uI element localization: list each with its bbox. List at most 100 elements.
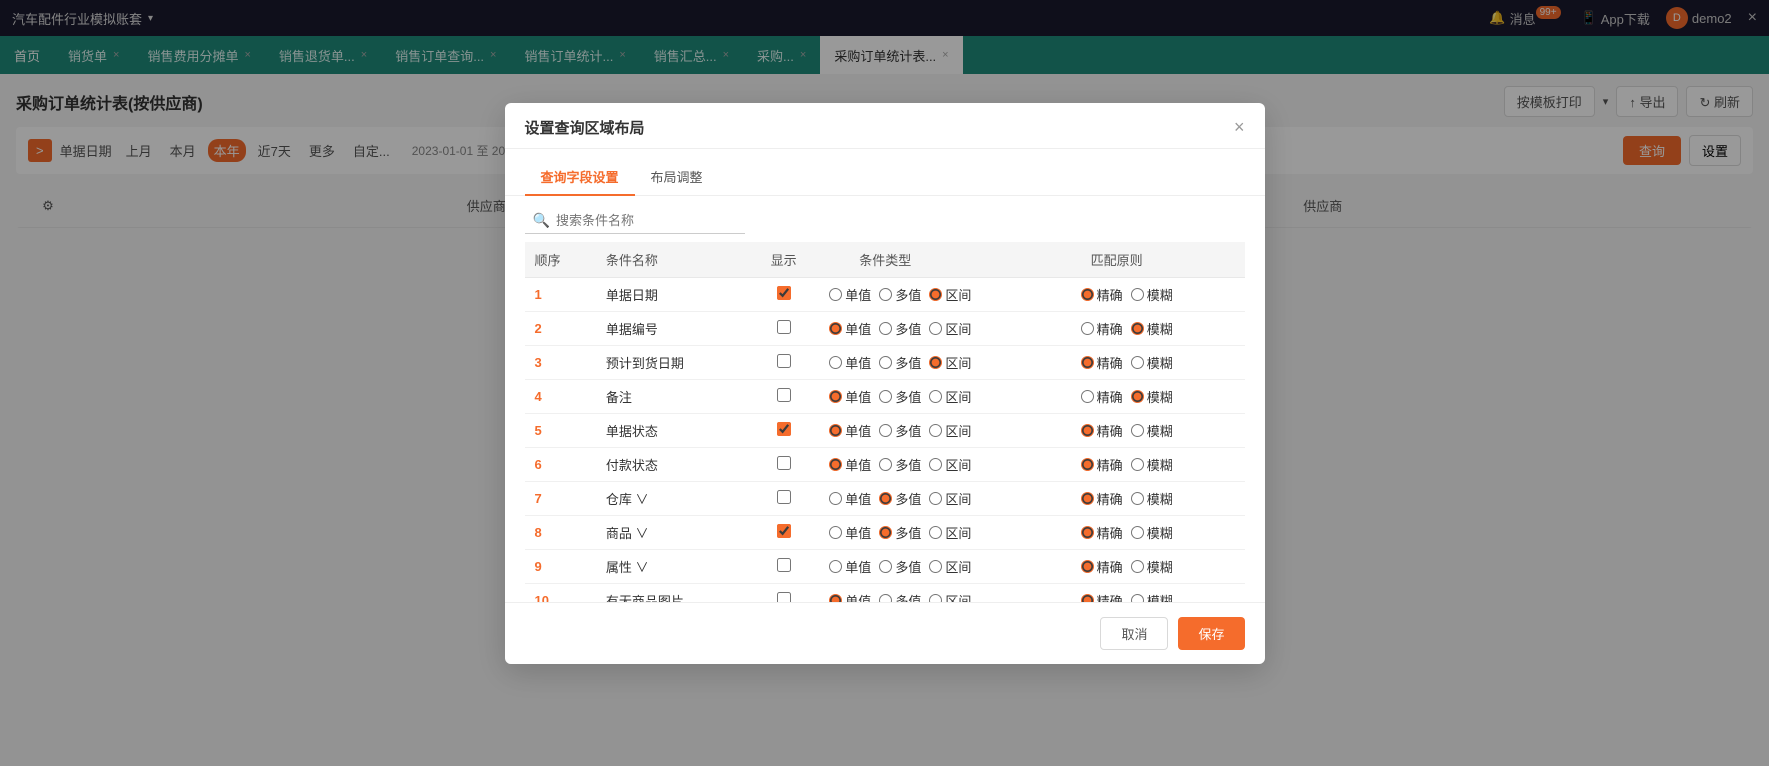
type-radio-item[interactable]: 区间 — [929, 319, 971, 338]
match-radio[interactable] — [1131, 288, 1144, 301]
match-radio-item[interactable]: 模糊 — [1131, 387, 1173, 406]
type-radio[interactable] — [829, 322, 842, 335]
match-radio[interactable] — [1131, 424, 1144, 437]
match-radio[interactable] — [1081, 458, 1094, 471]
type-radio-item[interactable]: 单值 — [829, 489, 871, 508]
match-radio-item[interactable]: 精确 — [1081, 591, 1123, 602]
match-radio[interactable] — [1081, 560, 1094, 573]
type-radio-item[interactable]: 多值 — [879, 455, 921, 474]
type-radio[interactable] — [929, 356, 942, 369]
type-radio-item[interactable]: 单值 — [829, 387, 871, 406]
match-radio[interactable] — [1131, 492, 1144, 505]
type-radio[interactable] — [829, 560, 842, 573]
type-radio[interactable] — [929, 288, 942, 301]
type-radio-item[interactable]: 多值 — [879, 387, 921, 406]
type-radio[interactable] — [929, 390, 942, 403]
match-radio[interactable] — [1131, 390, 1144, 403]
type-radio-item[interactable]: 区间 — [929, 455, 971, 474]
cancel-btn[interactable]: 取消 — [1100, 617, 1168, 650]
type-radio-item[interactable]: 单值 — [829, 319, 871, 338]
type-radio-item[interactable]: 多值 — [879, 489, 921, 508]
type-radio[interactable] — [879, 560, 892, 573]
match-radio-item[interactable]: 精确 — [1081, 557, 1123, 576]
match-radio-item[interactable]: 精确 — [1081, 489, 1123, 508]
type-radio[interactable] — [829, 390, 842, 403]
modal-tab-query-fields[interactable]: 查询字段设置 — [525, 159, 635, 196]
display-checkbox[interactable] — [777, 320, 791, 334]
match-radio-item[interactable]: 精确 — [1081, 285, 1123, 304]
type-radio[interactable] — [829, 594, 842, 602]
type-radio[interactable] — [829, 458, 842, 471]
match-radio-item[interactable]: 精确 — [1081, 387, 1123, 406]
type-radio-item[interactable]: 多值 — [879, 353, 921, 372]
type-radio[interactable] — [929, 458, 942, 471]
save-btn[interactable]: 保存 — [1178, 617, 1244, 650]
type-radio-item[interactable]: 多值 — [879, 319, 921, 338]
match-radio-item[interactable]: 模糊 — [1131, 557, 1173, 576]
type-radio-item[interactable]: 单值 — [829, 591, 871, 602]
type-radio-item[interactable]: 单值 — [829, 523, 871, 542]
match-radio[interactable] — [1081, 492, 1094, 505]
type-radio-item[interactable]: 单值 — [829, 421, 871, 440]
type-radio[interactable] — [879, 288, 892, 301]
match-radio[interactable] — [1131, 526, 1144, 539]
type-radio-item[interactable]: 区间 — [929, 353, 971, 372]
type-radio[interactable] — [829, 356, 842, 369]
display-checkbox[interactable] — [777, 558, 791, 572]
type-radio[interactable] — [879, 594, 892, 602]
display-checkbox[interactable] — [777, 456, 791, 470]
match-radio[interactable] — [1131, 458, 1144, 471]
type-radio-item[interactable]: 单值 — [829, 557, 871, 576]
display-checkbox[interactable] — [777, 490, 791, 504]
match-radio-item[interactable]: 模糊 — [1131, 455, 1173, 474]
display-checkbox[interactable] — [777, 388, 791, 402]
match-radio[interactable] — [1131, 322, 1144, 335]
match-radio[interactable] — [1081, 390, 1094, 403]
match-radio[interactable] — [1131, 594, 1144, 602]
match-radio-item[interactable]: 精确 — [1081, 421, 1123, 440]
type-radio[interactable] — [879, 526, 892, 539]
type-radio[interactable] — [879, 390, 892, 403]
display-checkbox[interactable] — [777, 422, 791, 436]
type-radio[interactable] — [829, 526, 842, 539]
type-radio-item[interactable]: 区间 — [929, 285, 971, 304]
modal-tab-layout[interactable]: 布局调整 — [635, 159, 719, 196]
type-radio-item[interactable]: 多值 — [879, 523, 921, 542]
match-radio-item[interactable]: 模糊 — [1131, 319, 1173, 338]
type-radio[interactable] — [879, 424, 892, 437]
match-radio-item[interactable]: 精确 — [1081, 523, 1123, 542]
match-radio[interactable] — [1131, 560, 1144, 573]
type-radio[interactable] — [829, 424, 842, 437]
type-radio-item[interactable]: 多值 — [879, 421, 921, 440]
type-radio[interactable] — [829, 492, 842, 505]
type-radio[interactable] — [929, 594, 942, 602]
match-radio[interactable] — [1081, 594, 1094, 602]
type-radio-item[interactable]: 区间 — [929, 489, 971, 508]
display-checkbox[interactable] — [777, 592, 791, 602]
match-radio[interactable] — [1131, 356, 1144, 369]
match-radio-item[interactable]: 模糊 — [1131, 591, 1173, 602]
display-checkbox[interactable] — [777, 524, 791, 538]
type-radio[interactable] — [929, 526, 942, 539]
match-radio[interactable] — [1081, 288, 1094, 301]
match-radio-item[interactable]: 模糊 — [1131, 421, 1173, 440]
type-radio[interactable] — [929, 424, 942, 437]
modal-close-btn[interactable]: × — [1234, 117, 1245, 138]
display-checkbox[interactable] — [777, 286, 791, 300]
type-radio-item[interactable]: 多值 — [879, 557, 921, 576]
type-radio-item[interactable]: 区间 — [929, 421, 971, 440]
type-radio-item[interactable]: 区间 — [929, 591, 971, 602]
type-radio[interactable] — [879, 322, 892, 335]
type-radio-item[interactable]: 区间 — [929, 523, 971, 542]
match-radio[interactable] — [1081, 322, 1094, 335]
match-radio-item[interactable]: 精确 — [1081, 353, 1123, 372]
type-radio[interactable] — [879, 458, 892, 471]
match-radio-item[interactable]: 模糊 — [1131, 523, 1173, 542]
match-radio[interactable] — [1081, 526, 1094, 539]
type-radio-item[interactable]: 区间 — [929, 387, 971, 406]
match-radio-item[interactable]: 精确 — [1081, 455, 1123, 474]
type-radio[interactable] — [829, 288, 842, 301]
type-radio[interactable] — [929, 560, 942, 573]
type-radio[interactable] — [929, 322, 942, 335]
search-input[interactable] — [556, 213, 737, 228]
